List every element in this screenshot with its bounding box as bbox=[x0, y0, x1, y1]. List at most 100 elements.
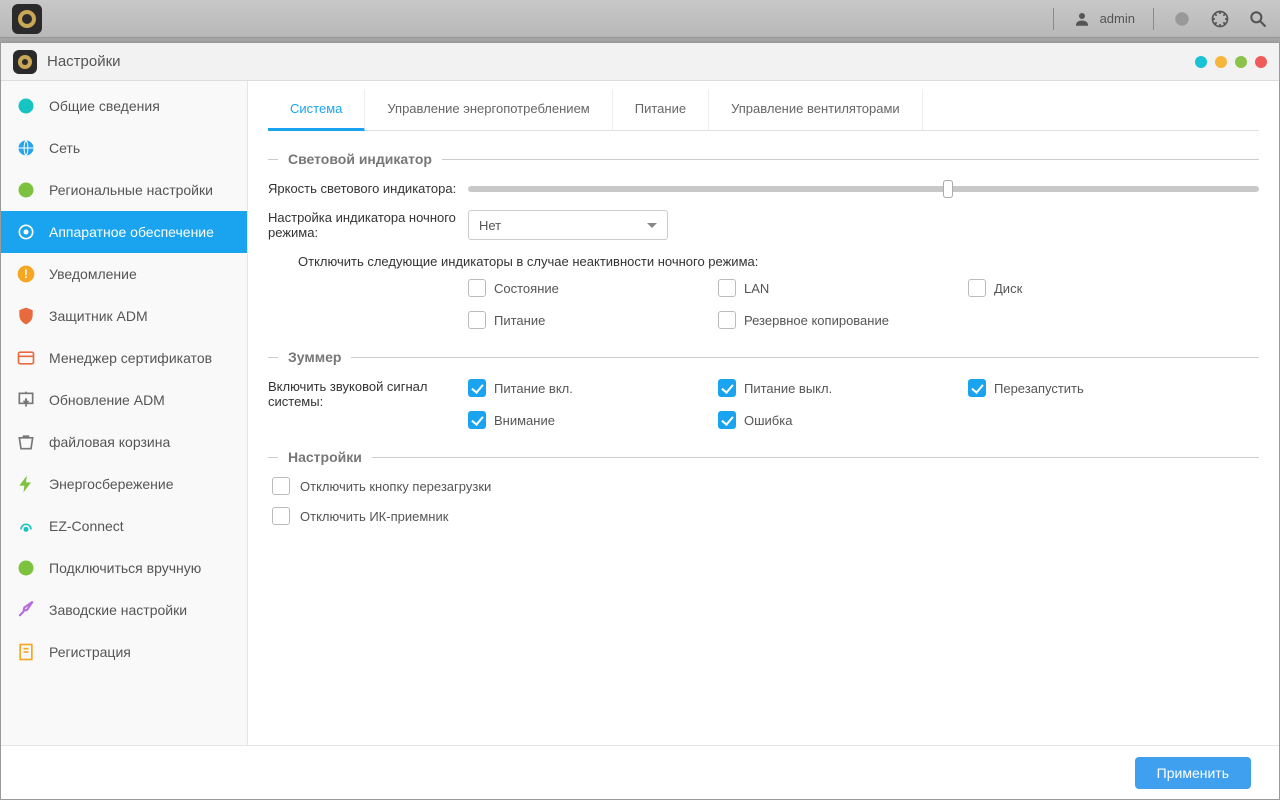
top-taskbar: admin bbox=[0, 0, 1280, 38]
sidebar-item-5[interactable]: Защитник ADM bbox=[1, 295, 247, 337]
checkbox-label: Ошибка bbox=[744, 413, 792, 428]
sidebar-item-11[interactable]: Подключиться вручную bbox=[1, 547, 247, 589]
tab-2[interactable]: Питание bbox=[613, 89, 709, 130]
tools-icon[interactable] bbox=[1210, 9, 1230, 29]
window-maximize-button[interactable] bbox=[1235, 56, 1247, 68]
window-title: Настройки bbox=[47, 53, 121, 70]
apply-button[interactable]: Применить bbox=[1135, 757, 1251, 789]
window-app-icon bbox=[13, 50, 37, 74]
taskbar-app-icon[interactable] bbox=[12, 4, 42, 34]
sidebar-icon bbox=[15, 515, 37, 537]
settings-window: Настройки Общие сведенияСетьРегиональные… bbox=[0, 42, 1280, 800]
tab-0[interactable]: Система bbox=[268, 89, 365, 131]
led-check-2[interactable]: Диск bbox=[968, 279, 1218, 297]
sidebar-item-4[interactable]: ! Уведомление bbox=[1, 253, 247, 295]
buzzer-check-3[interactable]: Внимание bbox=[468, 411, 718, 429]
user-icon bbox=[1072, 9, 1092, 29]
notification-icon[interactable] bbox=[1172, 9, 1192, 29]
sidebar-item-7[interactable]: Обновление ADM bbox=[1, 379, 247, 421]
section-title-buzzer: Зуммер bbox=[268, 349, 1259, 365]
sidebar-item-10[interactable]: EZ-Connect bbox=[1, 505, 247, 547]
buzzer-check-4[interactable]: Ошибка bbox=[718, 411, 968, 429]
sidebar-item-12[interactable]: Заводские настройки bbox=[1, 589, 247, 631]
checkbox-label: LAN bbox=[744, 281, 769, 296]
checkbox-icon bbox=[468, 411, 486, 429]
checkbox-label: Диск bbox=[994, 281, 1022, 296]
checkbox-label: Питание выкл. bbox=[744, 381, 832, 396]
checkbox-label: Питание bbox=[494, 313, 545, 328]
checkbox-icon bbox=[272, 477, 290, 495]
sidebar-item-label: Уведомление bbox=[49, 266, 137, 282]
sidebar-icon bbox=[15, 137, 37, 159]
disable-led-text: Отключить следующие индикаторы в случае … bbox=[298, 254, 1259, 269]
chevron-down-icon bbox=[647, 223, 657, 233]
checkbox-icon bbox=[272, 507, 290, 525]
window-titlebar[interactable]: Настройки bbox=[1, 43, 1279, 81]
sidebar-item-9[interactable]: Энергосбережение bbox=[1, 463, 247, 505]
sidebar-item-label: Обновление ADM bbox=[49, 392, 165, 408]
section-title-settings: Настройки bbox=[268, 449, 1259, 465]
checkbox-label: Перезапустить bbox=[994, 381, 1084, 396]
window-close-button[interactable] bbox=[1255, 56, 1267, 68]
sidebar-icon bbox=[15, 389, 37, 411]
sidebar-icon: ! bbox=[15, 263, 37, 285]
sidebar-item-1[interactable]: Сеть bbox=[1, 127, 247, 169]
tab-1[interactable]: Управление энергопотреблением bbox=[365, 89, 612, 130]
night-mode-label: Настройка индикатора ночного режима: bbox=[268, 210, 468, 240]
night-mode-select[interactable]: Нет bbox=[468, 210, 668, 240]
divider bbox=[1053, 8, 1054, 30]
user-menu[interactable]: admin bbox=[1072, 9, 1135, 29]
settings-check-0[interactable]: Отключить кнопку перезагрузки bbox=[272, 477, 1259, 495]
username-label: admin bbox=[1100, 11, 1135, 26]
checkbox-label: Отключить кнопку перезагрузки bbox=[300, 479, 491, 494]
tab-3[interactable]: Управление вентиляторами bbox=[709, 89, 923, 130]
window-minimize-button[interactable] bbox=[1215, 56, 1227, 68]
sidebar-item-label: EZ-Connect bbox=[49, 518, 124, 534]
sidebar-item-label: Аппаратное обеспечение bbox=[49, 224, 214, 240]
search-icon[interactable] bbox=[1248, 9, 1268, 29]
sidebar-icon bbox=[15, 599, 37, 621]
sidebar-icon bbox=[15, 95, 37, 117]
sidebar-item-6[interactable]: Менеджер сертификатов bbox=[1, 337, 247, 379]
divider bbox=[1153, 8, 1154, 30]
sidebar-item-label: Заводские настройки bbox=[49, 602, 187, 618]
tabs: СистемаУправление энергопотреблениемПита… bbox=[268, 89, 1259, 131]
checkbox-label: Внимание bbox=[494, 413, 555, 428]
sidebar-icon bbox=[15, 305, 37, 327]
sidebar-item-13[interactable]: Регистрация bbox=[1, 631, 247, 673]
buzzer-check-0[interactable]: Питание вкл. bbox=[468, 379, 718, 397]
checkbox-icon bbox=[718, 279, 736, 297]
checkbox-icon bbox=[468, 311, 486, 329]
sidebar-item-3[interactable]: Аппаратное обеспечение bbox=[1, 211, 247, 253]
buzzer-check-1[interactable]: Питание выкл. bbox=[718, 379, 968, 397]
checkbox-icon bbox=[468, 379, 486, 397]
checkbox-icon bbox=[468, 279, 486, 297]
led-check-4[interactable]: Резервное копирование bbox=[718, 311, 968, 329]
sidebar-item-8[interactable]: файловая корзина bbox=[1, 421, 247, 463]
sidebar-item-0[interactable]: Общие сведения bbox=[1, 85, 247, 127]
brightness-label: Яркость светового индикатора: bbox=[268, 181, 468, 196]
main-panel: СистемаУправление энергопотреблениемПита… bbox=[248, 81, 1279, 745]
led-check-3[interactable]: Питание bbox=[468, 311, 718, 329]
sidebar-icon bbox=[15, 557, 37, 579]
svg-text:!: ! bbox=[24, 268, 28, 281]
sidebar-item-label: файловая корзина bbox=[49, 434, 170, 450]
sidebar-icon bbox=[15, 347, 37, 369]
buzzer-check-2[interactable]: Перезапустить bbox=[968, 379, 1218, 397]
led-check-0[interactable]: Состояние bbox=[468, 279, 718, 297]
section-title-led: Световой индикатор bbox=[268, 151, 1259, 167]
window-help-button[interactable] bbox=[1195, 56, 1207, 68]
sidebar-item-2[interactable]: Региональные настройки bbox=[1, 169, 247, 211]
checkbox-icon bbox=[968, 279, 986, 297]
sidebar-icon bbox=[15, 473, 37, 495]
checkbox-icon bbox=[718, 311, 736, 329]
night-mode-value: Нет bbox=[479, 218, 501, 233]
settings-check-1[interactable]: Отключить ИК-приемник bbox=[272, 507, 1259, 525]
checkbox-icon bbox=[718, 411, 736, 429]
brightness-slider[interactable] bbox=[468, 186, 1259, 192]
sidebar-icon bbox=[15, 641, 37, 663]
led-check-1[interactable]: LAN bbox=[718, 279, 968, 297]
sidebar-item-label: Защитник ADM bbox=[49, 308, 148, 324]
sidebar: Общие сведенияСетьРегиональные настройки… bbox=[1, 81, 248, 745]
checkbox-label: Отключить ИК-приемник bbox=[300, 509, 448, 524]
